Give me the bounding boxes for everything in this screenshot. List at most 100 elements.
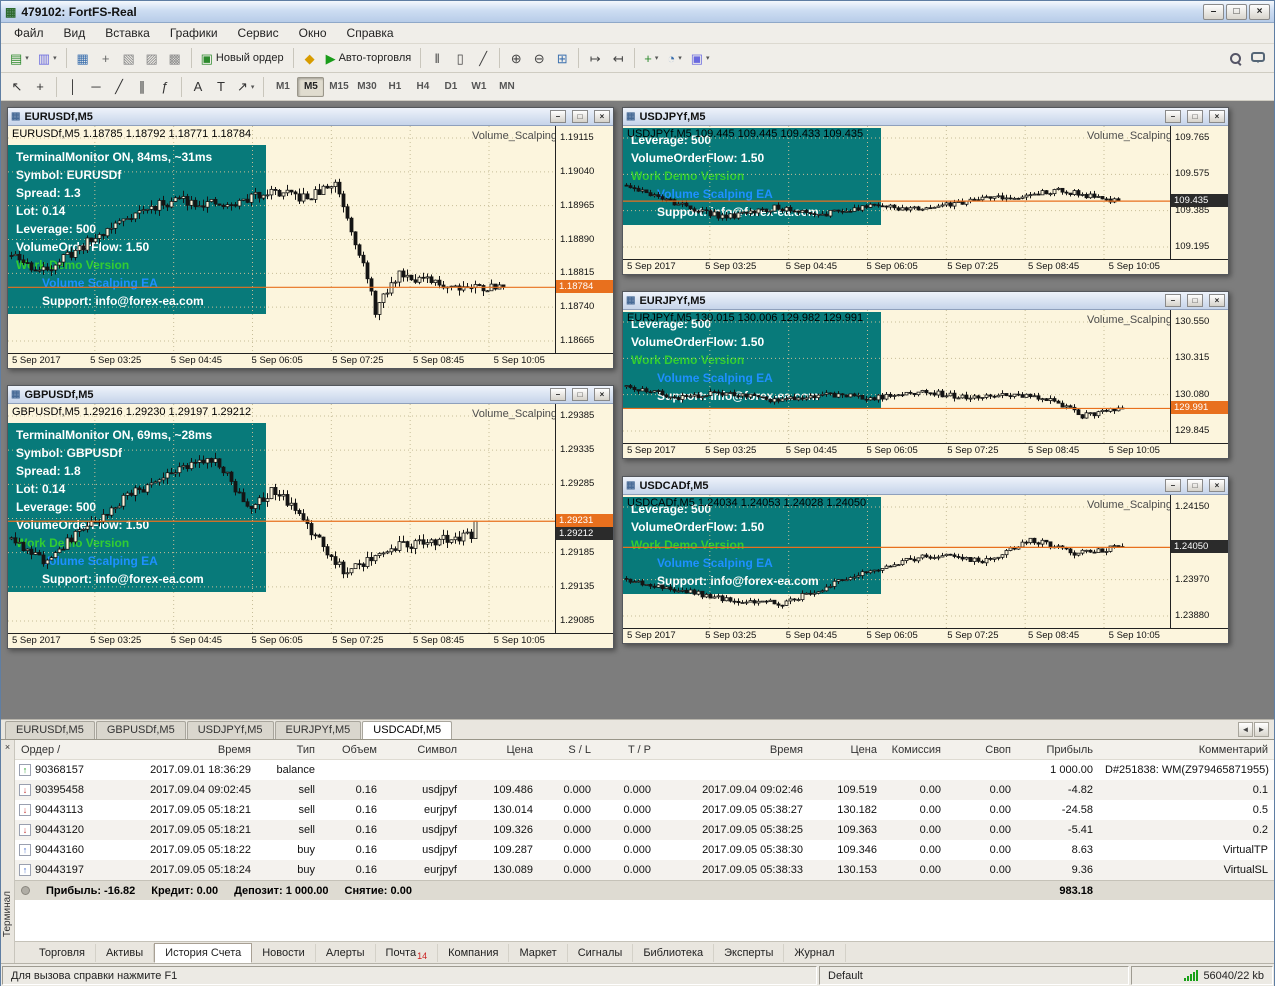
chart-shift-button[interactable]: ↤ [607, 47, 629, 69]
trendline-button[interactable]: ╱ [108, 76, 130, 98]
indicators-button[interactable]: + ▾ [640, 47, 662, 69]
zoom-out-button[interactable]: ⊖ [528, 47, 550, 69]
chart-restore-button[interactable]: □ [572, 388, 588, 401]
cursor-button[interactable]: ↖ [6, 76, 28, 98]
chart-restore-button[interactable]: □ [572, 110, 588, 123]
market-watch-button[interactable]: ▦ [72, 47, 94, 69]
chart-tab-usdjpy[interactable]: USDJPYf,M5 [186, 721, 274, 739]
column-header-type[interactable]: Тип [257, 744, 321, 756]
auto-scroll-button[interactable]: ↦ [584, 47, 606, 69]
history-row[interactable]: ↓ 90443120 2017.09.05 05:18:21 sell 0.16 usdj… [15, 820, 1274, 840]
chart-close-button[interactable]: × [1209, 479, 1225, 492]
chart-minimize-button[interactable]: – [550, 110, 566, 123]
timeframe-h4-button[interactable]: H4 [409, 77, 436, 97]
timeframe-m30-button[interactable]: M30 [353, 77, 380, 97]
terminal-tab-journal[interactable]: Журнал [784, 943, 846, 962]
bar-chart-button[interactable]: ‖ [426, 47, 448, 69]
column-header-open-time[interactable]: Время [107, 744, 257, 756]
terminal-tab-market[interactable]: Маркет [509, 943, 568, 962]
chart-close-button[interactable]: × [594, 388, 610, 401]
autotrade-button[interactable]: ▶ Авто-торговля [322, 47, 416, 69]
fibonacci-button[interactable]: ƒ [154, 76, 176, 98]
column-header-sl[interactable]: S / L [539, 744, 597, 756]
price-chart-canvas[interactable] [8, 404, 555, 633]
menu-help[interactable]: Справка [337, 24, 404, 42]
column-header-symbol[interactable]: Символ [383, 744, 463, 756]
channel-button[interactable]: ∥ [131, 76, 153, 98]
chart-minimize-button[interactable]: – [1165, 479, 1181, 492]
templates-button[interactable]: ▣ ▾ [687, 47, 714, 69]
tab-scroll-left-button[interactable]: ◄ [1238, 722, 1253, 737]
column-header-close-price[interactable]: Цена [809, 744, 883, 756]
terminal-tab-news[interactable]: Новости [252, 943, 316, 962]
timeframe-m15-button[interactable]: M15 [325, 77, 352, 97]
statusbar-profile[interactable]: Default [819, 966, 1129, 985]
chart-tab-eurusd[interactable]: EURUSDf,M5 [5, 721, 95, 739]
column-header-comment[interactable]: Комментарий [1099, 744, 1274, 756]
price-chart-canvas[interactable] [623, 126, 1170, 259]
column-header-volume[interactable]: Объем [321, 744, 383, 756]
column-header-profit[interactable]: Прибыль [1017, 744, 1099, 756]
menu-window[interactable]: Окно [289, 24, 337, 42]
menu-insert[interactable]: Вставка [95, 24, 160, 42]
chart-area[interactable]: TerminalMonitor ON, 69ms, ~28ms Symbol: G… [8, 404, 613, 648]
column-header-commission[interactable]: Комиссия [883, 744, 947, 756]
arrows-button[interactable]: ↗ ▾ [233, 76, 258, 98]
terminal-tab-library[interactable]: Библиотека [633, 943, 715, 962]
zoom-in-button[interactable]: ⊕ [505, 47, 527, 69]
chart-titlebar[interactable]: ▦ EURUSDf,M5 – □ × [8, 108, 613, 126]
timeframe-h1-button[interactable]: H1 [381, 77, 408, 97]
search-button[interactable] [1224, 47, 1246, 69]
chart-titlebar[interactable]: ▦ USDJPYf,M5 – □ × [623, 108, 1228, 126]
chart-titlebar[interactable]: ▦ GBPUSDf,M5 – □ × [8, 386, 613, 404]
chart-area[interactable]: Leverage: 500 VolumeOrderFlow: 1.50 Work D… [623, 126, 1228, 274]
maximize-button[interactable]: □ [1226, 3, 1247, 20]
strategy-tester-button[interactable]: ▩ [164, 47, 186, 69]
chat-button[interactable] [1247, 47, 1269, 69]
terminal-tab-company[interactable]: Компания [438, 943, 510, 962]
chart-area[interactable]: Leverage: 500 VolumeOrderFlow: 1.50 Work D… [623, 310, 1228, 458]
horizontal-line-button[interactable]: ─ [85, 76, 107, 98]
menu-file[interactable]: Файл [4, 24, 54, 42]
history-row[interactable]: ↑ 90368157 2017.09.01 18:36:29 balance 1 000… [15, 760, 1274, 780]
price-chart-canvas[interactable] [8, 126, 555, 353]
chart-tab-eurjpy[interactable]: EURJPYf,M5 [274, 721, 362, 739]
column-header-open-price[interactable]: Цена [463, 744, 539, 756]
profiles-button[interactable]: ▥ ▾ [34, 47, 61, 69]
new-chart-button[interactable]: ▤ ▾ [6, 47, 33, 69]
chart-tab-usdcad[interactable]: USDCADf,M5 [362, 721, 453, 739]
terminal-button[interactable]: ▨ [141, 47, 163, 69]
tab-scroll-right-button[interactable]: ► [1254, 722, 1269, 737]
column-header-swap[interactable]: Своп [947, 744, 1017, 756]
chart-minimize-button[interactable]: – [1165, 294, 1181, 307]
column-header-close-time[interactable]: Время [657, 744, 809, 756]
menu-charts[interactable]: Графики [160, 24, 228, 42]
navigator-button[interactable]: ▧ [118, 47, 140, 69]
chart-tab-gbpusd[interactable]: GBPUSDf,M5 [95, 721, 186, 739]
chart-close-button[interactable]: × [594, 110, 610, 123]
timeframe-m5-button[interactable]: M5 [297, 76, 325, 97]
new-order-button[interactable]: ▣ Новый ордер [197, 47, 288, 69]
line-chart-button[interactable]: ╱ [472, 47, 494, 69]
history-row[interactable]: ↓ 90395458 2017.09.04 09:02:45 sell 0.16 usdj… [15, 780, 1274, 800]
chart-close-button[interactable]: × [1209, 294, 1225, 307]
chart-titlebar[interactable]: ▦ USDCADf,M5 – □ × [623, 477, 1228, 495]
label-button[interactable]: T [210, 76, 232, 98]
terminal-tab-assets[interactable]: Активы [96, 943, 155, 962]
price-chart-canvas[interactable] [623, 495, 1170, 628]
chart-titlebar[interactable]: ▦ EURJPYf,M5 – □ × [623, 292, 1228, 310]
timeframe-w1-button[interactable]: W1 [465, 77, 492, 97]
menu-service[interactable]: Сервис [228, 24, 289, 42]
terminal-close-icon[interactable]: × [5, 742, 10, 752]
chart-area[interactable]: Leverage: 500 VolumeOrderFlow: 1.50 Work D… [623, 495, 1228, 643]
minimize-button[interactable]: – [1203, 3, 1224, 20]
terminal-tab-trade[interactable]: Торговля [29, 943, 96, 962]
terminal-tab-account-history[interactable]: История Счета [154, 942, 253, 963]
terminal-tab-mailbox[interactable]: Почта14 [376, 943, 439, 962]
price-chart-canvas[interactable] [623, 310, 1170, 443]
chart-area[interactable]: TerminalMonitor ON, 84ms, ~31ms Symbol: E… [8, 126, 613, 368]
terminal-tab-experts[interactable]: Эксперты [714, 943, 785, 962]
chart-close-button[interactable]: × [1209, 110, 1225, 123]
terminal-tab-signals[interactable]: Сигналы [568, 943, 634, 962]
candlestick-chart-button[interactable]: ▯ [449, 47, 471, 69]
